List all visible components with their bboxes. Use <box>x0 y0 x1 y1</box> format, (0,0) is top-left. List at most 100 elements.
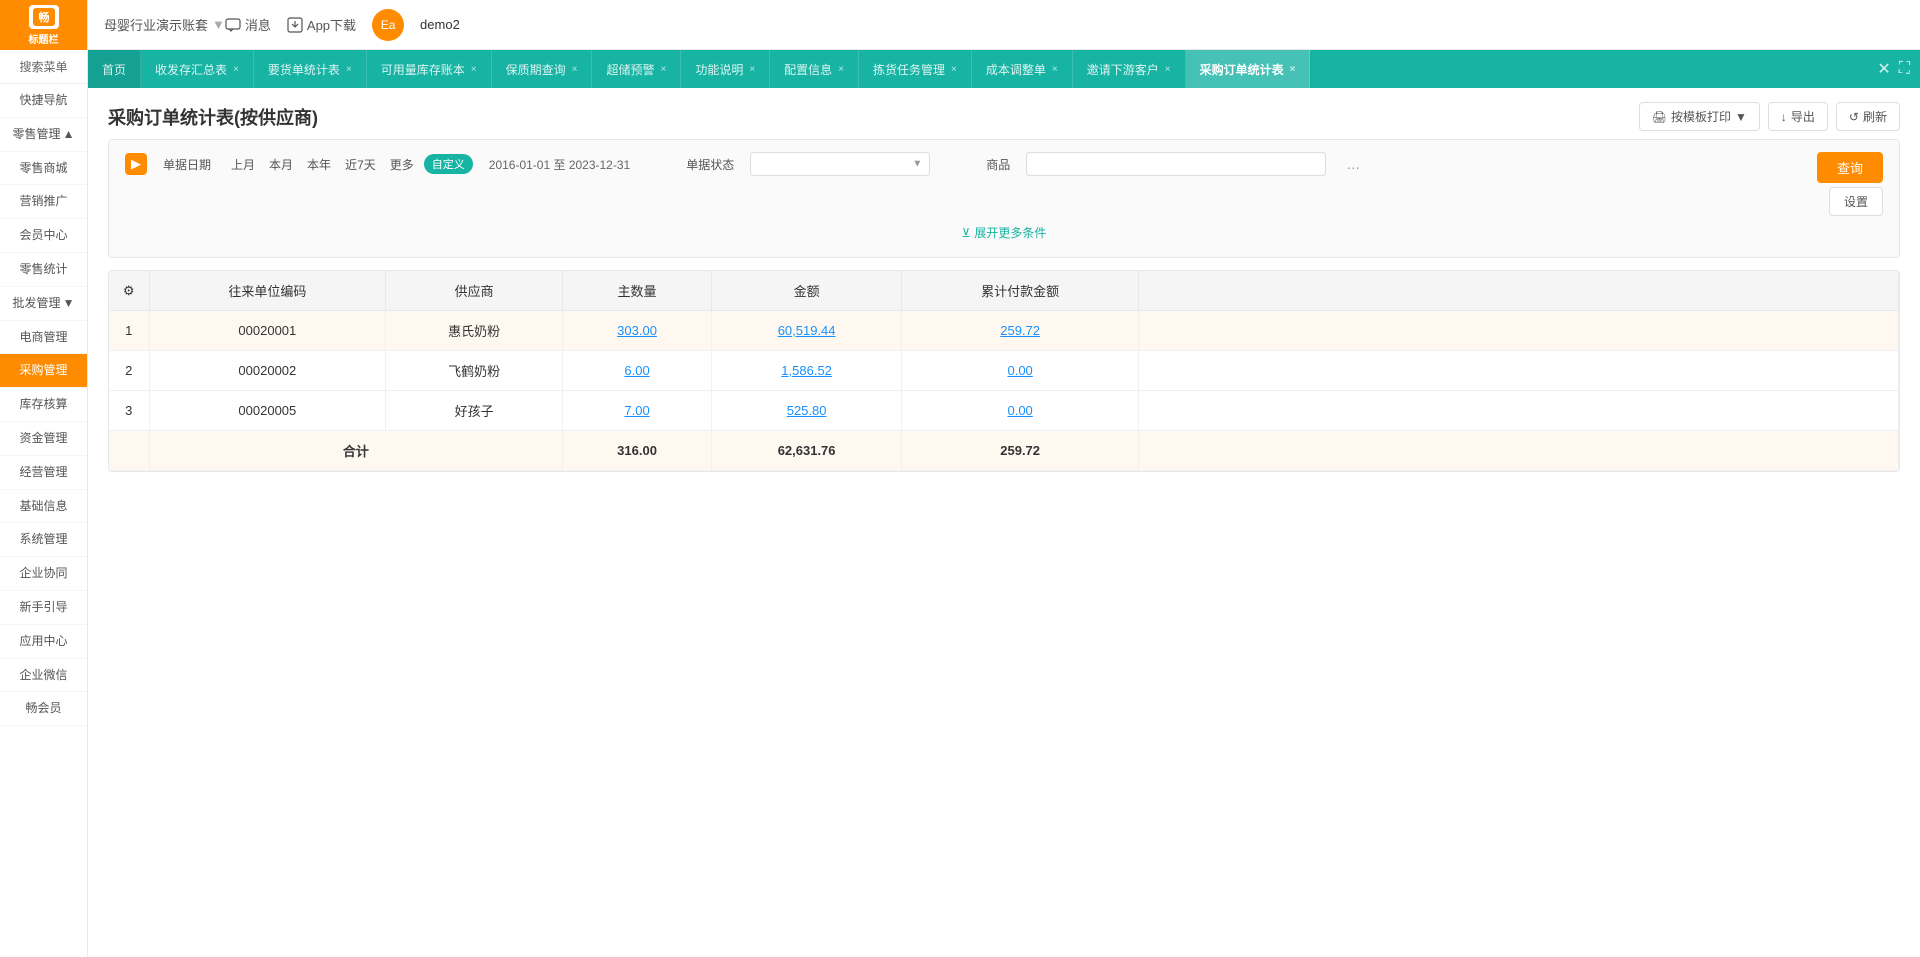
tab-close-expiry-query[interactable]: × <box>572 64 578 75</box>
date-label: 单据日期 <box>163 156 211 173</box>
table-row: 2 00020002 飞鹤奶粉 6.00 1,586.52 0.00 <box>109 351 1899 391</box>
date-btn-last-month[interactable]: 上月 <box>227 154 259 175</box>
tab-close-all-icon[interactable]: ✕ <box>1877 59 1890 79</box>
date-shortcuts: 上月 本月 本年 近7天 更多 自定义 <box>227 154 473 175</box>
filter-expand-toggle[interactable]: ▶ <box>125 153 147 175</box>
sidebar-item-retail[interactable]: 零售管理 ▲ <box>0 118 87 152</box>
sidebar-item-wholesale[interactable]: 批发管理 ▼ <box>0 287 87 321</box>
cell-main-qty: 7.00 <box>563 391 712 431</box>
btn-setting[interactable]: 设置 <box>1829 187 1883 216</box>
expand-more-btn[interactable]: ⊻ 展开更多条件 <box>962 220 1047 245</box>
sidebar-item-system[interactable]: 系统管理 <box>0 523 87 557</box>
tab-expiry-query[interactable]: 保质期查询 × <box>492 50 593 88</box>
tab-config-info[interactable]: 配置信息 × <box>770 50 859 88</box>
tab-close-order-stat[interactable]: × <box>346 64 352 75</box>
btn-query[interactable]: 查询 <box>1817 152 1883 183</box>
data-table: ⚙ 往来单位编码 供应商 主数量 金额 累计付款金额 1 00020001 惠氏… <box>109 271 1899 471</box>
date-btn-more[interactable]: 更多 <box>386 154 418 175</box>
th-main-qty: 主数量 <box>563 271 712 311</box>
printer-icon: 🖨 <box>1652 110 1667 124</box>
msg-button[interactable]: 消息 <box>225 15 271 34</box>
tab-close-invite-downstream[interactable]: × <box>1165 64 1171 75</box>
sidebar-item-marketing[interactable]: 营销推广 <box>0 185 87 219</box>
status-select[interactable] <box>750 152 930 176</box>
status-select-wrapper: ▼ <box>750 152 930 176</box>
sidebar-item-app-center[interactable]: 应用中心 <box>0 625 87 659</box>
tab-receive-send[interactable]: 收发存汇总表 × <box>141 50 254 88</box>
tab-overstock-warning[interactable]: 超储预警 × <box>592 50 681 88</box>
sidebar-item-newbie[interactable]: 新手引导 <box>0 591 87 625</box>
tab-close-overstock-warning[interactable]: × <box>660 64 666 75</box>
sidebar-item-basic[interactable]: 基础信息 <box>0 490 87 524</box>
expand-down-icon: ⊻ <box>962 226 971 240</box>
tab-order-stat[interactable]: 要货单统计表 × <box>254 50 367 88</box>
footer-label: 合计 <box>149 431 563 471</box>
tab-close-receive-send[interactable]: × <box>233 64 239 75</box>
tab-close-config-info[interactable]: × <box>838 64 844 75</box>
sidebar-item-member2[interactable]: 畅会员 <box>0 692 87 726</box>
th-gear[interactable]: ⚙ <box>109 271 149 311</box>
user-avatar: Ea <box>372 9 404 41</box>
user-name: demo2 <box>420 17 460 32</box>
tab-home[interactable]: 首页 <box>88 50 141 88</box>
tab-invite-downstream[interactable]: 邀请下游客户 × <box>1073 50 1186 88</box>
btn-export[interactable]: ↓ 导出 <box>1768 102 1828 131</box>
status-label: 单据状态 <box>686 156 734 173</box>
date-btn-this-month[interactable]: 本月 <box>265 154 297 175</box>
btn-refresh[interactable]: ↺ 刷新 <box>1836 102 1900 131</box>
sidebar-item-retail-stat[interactable]: 零售统计 <box>0 253 87 287</box>
footer-amount: 62,631.76 <box>711 431 901 471</box>
expand-toggle-row: ⊻ 展开更多条件 <box>125 220 1883 245</box>
sidebar-item-member[interactable]: 会员中心 <box>0 219 87 253</box>
top-bar-right: 消息 App下载 Ea demo2 <box>225 9 460 41</box>
sidebar-item-inventory[interactable]: 库存核算 <box>0 388 87 422</box>
sidebar-item-quick-nav[interactable]: 快捷导航 <box>0 84 87 118</box>
cell-supplier: 惠氏奶粉 <box>386 311 563 351</box>
column-settings-icon: ⚙ <box>123 283 135 298</box>
cell-amount: 525.80 <box>711 391 901 431</box>
tab-close-usable-inventory[interactable]: × <box>471 64 477 75</box>
footer-empty-2 <box>1139 431 1899 471</box>
cell-no: 3 <box>109 391 149 431</box>
tab-close-function-desc[interactable]: × <box>749 64 755 75</box>
filter-area: ▶ 单据日期 上月 本月 本年 近7天 更多 自定义 2016-01-01 至 … <box>108 139 1900 258</box>
btn-template-print[interactable]: 🖨 按模板打印 ▼ <box>1639 102 1760 131</box>
sidebar-item-enterprise-wx[interactable]: 企业微信 <box>0 659 87 693</box>
sidebar-item-retail-mall[interactable]: 零售商城 <box>0 152 87 186</box>
sidebar-item-enterprise[interactable]: 企业协同 <box>0 557 87 591</box>
tab-close-purchase-stat[interactable]: × <box>1290 64 1296 75</box>
export-icon: ↓ <box>1781 110 1787 124</box>
logo-icon: 畅 <box>29 5 59 29</box>
tab-function-desc[interactable]: 功能说明 × <box>681 50 770 88</box>
tab-usable-inventory[interactable]: 可用量库存账本 × <box>367 50 492 88</box>
sidebar-item-operation[interactable]: 经营管理 <box>0 456 87 490</box>
sidebar-item-ecommerce[interactable]: 电商管理 <box>0 321 87 355</box>
tab-close-pick-task[interactable]: × <box>951 64 957 75</box>
app-download-button[interactable]: App下载 <box>287 15 356 34</box>
logo-text: 标题栏 <box>29 31 59 46</box>
cell-empty <box>1139 311 1899 351</box>
cell-unit-code: 00020005 <box>149 391 386 431</box>
goods-input-more[interactable]: … <box>1346 156 1360 172</box>
tab-maximize-icon[interactable]: ⛶ <box>1899 60 1910 78</box>
sidebar-item-purchase[interactable]: 采购管理 <box>0 354 87 388</box>
top-bar: 母婴行业演示账套 ▼ 消息 App下载 Ea demo2 <box>88 0 1920 50</box>
dropdown-arrow-icon: ▼ <box>1735 110 1747 124</box>
filter-row-date: ▶ 单据日期 上月 本月 本年 近7天 更多 自定义 2016-01-01 至 … <box>125 152 1805 176</box>
tab-cost-adjust[interactable]: 成本调整单 × <box>972 50 1073 88</box>
date-btn-this-year[interactable]: 本年 <box>303 154 335 175</box>
table-row: 1 00020001 惠氏奶粉 303.00 60,519.44 259.72 <box>109 311 1899 351</box>
date-custom-badge[interactable]: 自定义 <box>424 154 473 174</box>
sidebar-item-finance[interactable]: 资金管理 <box>0 422 87 456</box>
workspace-title[interactable]: 母婴行业演示账套 ▼ <box>104 15 225 34</box>
cell-no: 2 <box>109 351 149 391</box>
content-area: 采购订单统计表(按供应商) 🖨 按模板打印 ▼ ↓ 导出 ↺ 刷新 <box>88 88 1920 957</box>
tab-pick-task[interactable]: 拣货任务管理 × <box>859 50 972 88</box>
cell-empty <box>1139 391 1899 431</box>
date-btn-7days[interactable]: 近7天 <box>341 154 380 175</box>
tab-purchase-stat[interactable]: 采购订单统计表 × <box>1186 50 1311 88</box>
th-amount: 金额 <box>711 271 901 311</box>
sidebar-item-search[interactable]: 搜索菜单 <box>0 50 87 84</box>
tab-close-cost-adjust[interactable]: × <box>1052 64 1058 75</box>
goods-input[interactable] <box>1026 152 1326 176</box>
